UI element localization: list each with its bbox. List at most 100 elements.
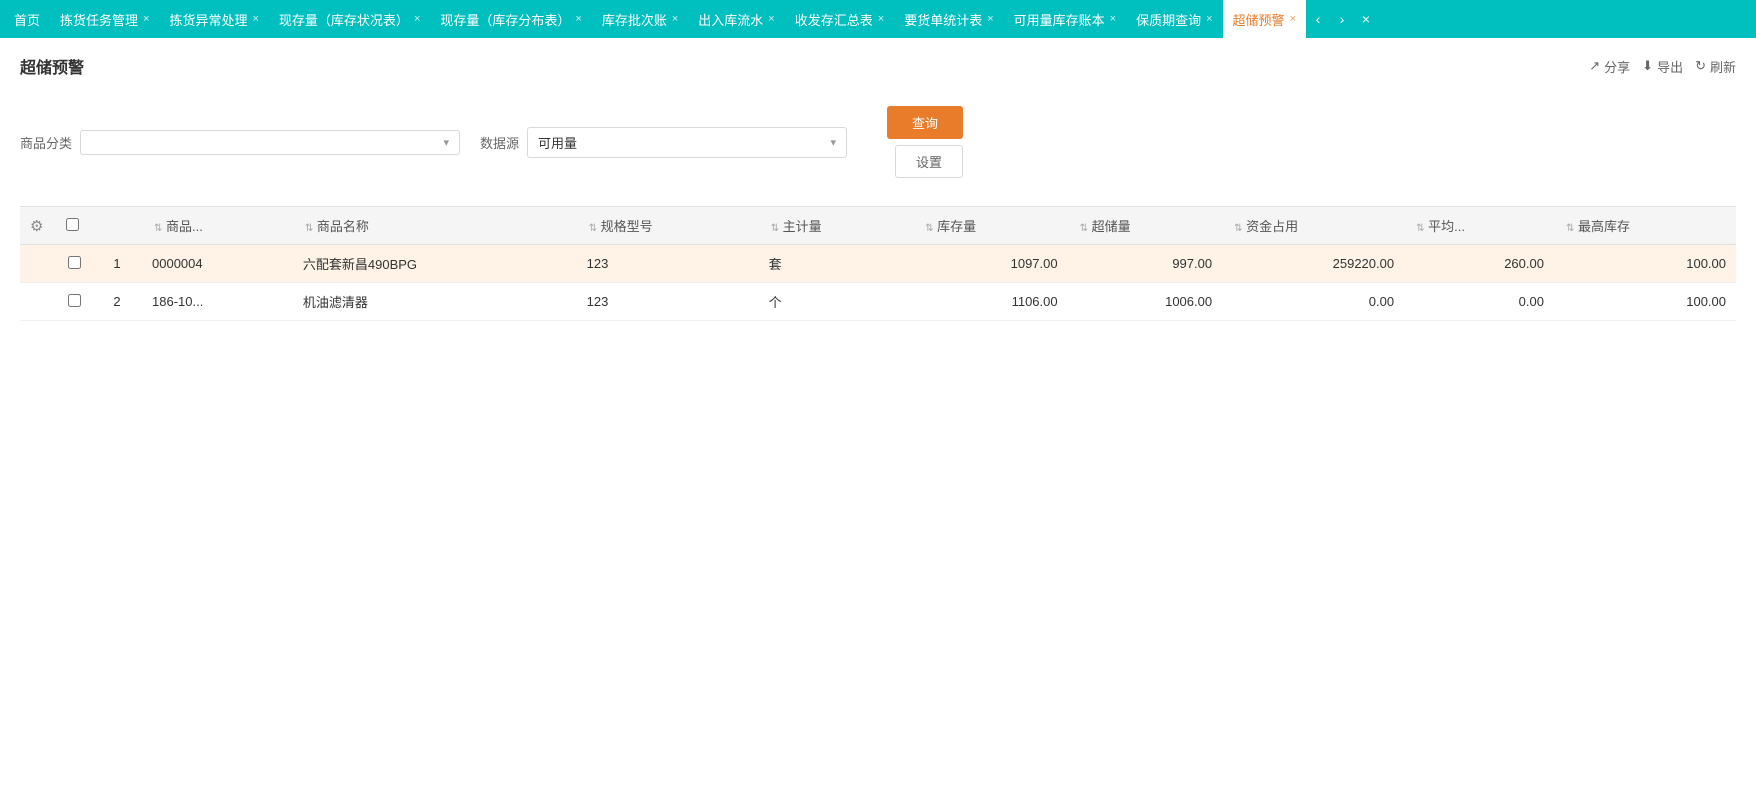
col-header-product-code: ⇅ 商品... [142,207,293,245]
col-header-no [92,207,142,245]
row-capital: 0.00 [1222,283,1404,321]
refresh-icon: ↻ [1695,58,1706,74]
data-table: ⚙ ⇅ 商品... ⇅ 商品名称 ⇅ 规格型号 [20,206,1736,321]
row-checkbox[interactable] [68,256,81,269]
query-button[interactable]: 查询 [887,106,963,139]
nav-batch-ledger[interactable]: 库存批次账 × [592,0,688,38]
close-icon[interactable]: × [1290,13,1296,25]
datasource-filter: 数据源 可用量 ▾ [480,127,847,158]
nav-task-mgmt[interactable]: 拣货任务管理 × [50,0,159,38]
page-title: 超储预警 [20,54,84,78]
row-unit: 套 [759,245,913,283]
nav-abnormal[interactable]: 拣货异常处理 × [159,0,268,38]
close-icon[interactable]: × [1206,13,1212,25]
row-capital: 259220.00 [1222,245,1404,283]
nav-collect-summary[interactable]: 收发存汇总表 × [785,0,894,38]
export-icon: ⬇ [1642,58,1653,74]
datasource-select-value: 可用量 [538,133,577,152]
datasource-select[interactable]: 可用量 ▾ [527,127,847,158]
share-button[interactable]: ↗ 分享 [1589,57,1630,76]
close-icon[interactable]: × [878,13,884,25]
chevron-down-icon: ▾ [831,136,837,149]
share-icon: ↗ [1589,58,1600,74]
col-header-gear: ⚙ [20,207,56,245]
close-icon[interactable]: × [252,13,258,25]
sort-icon[interactable]: ⇅ [925,223,933,234]
nav-home[interactable]: 首页 [4,0,50,38]
row-spec: 123 [577,283,759,321]
close-icon[interactable]: × [575,13,581,25]
table-header-row: ⚙ ⇅ 商品... ⇅ 商品名称 ⇅ 规格型号 [20,207,1736,245]
col-header-stock: ⇅ 库存量 [913,207,1067,245]
row-product-name: 六配套新昌490BPG [293,245,577,283]
row-check-cell [56,245,92,283]
col-header-check [56,207,92,245]
category-select[interactable]: ▾ [80,130,460,155]
settings-gear-icon[interactable]: ⚙ [30,218,43,235]
col-header-spec: ⇅ 规格型号 [577,207,759,245]
row-stock: 1097.00 [913,245,1067,283]
col-header-capital: ⇅ 资金占用 [1222,207,1404,245]
col-header-max-stock: ⇅ 最高库存 [1554,207,1736,245]
close-icon[interactable]: × [143,13,149,25]
sort-icon[interactable]: ⇅ [305,223,313,234]
close-icon[interactable]: × [414,13,420,25]
nav-available-ledger[interactable]: 可用量库存账本 × [1004,0,1126,38]
row-max-stock: 100.00 [1554,283,1736,321]
row-product-code: 0000004 [142,245,293,283]
page-header: 超储预警 ↗ 分享 ⬇ 导出 ↻ 刷新 [20,54,1736,78]
col-header-unit: ⇅ 主计量 [759,207,913,245]
row-product-code: 186-10... [142,283,293,321]
datasource-label: 数据源 [480,133,519,152]
row-max-stock: 100.00 [1554,245,1736,283]
page-content: 超储预警 ↗ 分享 ⬇ 导出 ↻ 刷新 商品分类 ▾ 数据源 [0,38,1756,800]
nav-inventory-dist[interactable]: 现存量（库存分布表） × [430,0,591,38]
top-navigation: 首页 拣货任务管理 × 拣货异常处理 × 现存量（库存状况表） × 现存量（库存… [0,0,1756,38]
sort-icon[interactable]: ⇅ [154,223,162,234]
sort-icon[interactable]: ⇅ [1080,223,1088,234]
nav-order-stats[interactable]: 要货单统计表 × [894,0,1003,38]
row-no: 2 [92,283,142,321]
select-all-checkbox[interactable] [66,218,79,231]
refresh-button[interactable]: ↻ 刷新 [1695,57,1736,76]
nav-quality-check[interactable]: 保质期查询 × [1126,0,1222,38]
sort-icon[interactable]: ⇅ [1416,223,1424,234]
close-icon[interactable]: × [672,13,678,25]
row-no: 1 [92,245,142,283]
sort-icon[interactable]: ⇅ [771,223,779,234]
row-spec: 123 [577,245,759,283]
row-overstock: 1006.00 [1068,283,1222,321]
col-header-product-name: ⇅ 商品名称 [293,207,577,245]
row-stock: 1106.00 [913,283,1067,321]
export-button[interactable]: ⬇ 导出 [1642,57,1683,76]
sort-icon[interactable]: ⇅ [1234,223,1242,234]
filter-area: 商品分类 ▾ 数据源 可用量 ▾ 查询 设置 [20,94,1736,190]
table-row: 2 186-10... 机油滤清器 123 个 1106.00 1006.00 … [20,283,1736,321]
category-filter: 商品分类 ▾ [20,130,460,155]
sort-icon[interactable]: ⇅ [589,223,597,234]
row-overstock: 997.00 [1068,245,1222,283]
close-icon[interactable]: × [768,13,774,25]
col-header-overstock: ⇅ 超储量 [1068,207,1222,245]
nav-arrow-close[interactable]: × [1354,0,1378,38]
row-check-cell [56,283,92,321]
row-gear-cell [20,283,56,321]
sort-icon[interactable]: ⇅ [1566,223,1574,234]
nav-arrow-right[interactable]: › [1330,0,1354,38]
row-unit: 个 [759,283,913,321]
col-header-avg: ⇅ 平均... [1404,207,1554,245]
nav-overstock-warning[interactable]: 超储预警 × [1223,0,1306,38]
close-icon[interactable]: × [1110,13,1116,25]
header-actions: ↗ 分享 ⬇ 导出 ↻ 刷新 [1589,57,1736,76]
nav-inventory-status[interactable]: 现存量（库存状况表） × [269,0,430,38]
close-icon[interactable]: × [987,13,993,25]
settings-button[interactable]: 设置 [895,145,963,178]
nav-arrow-left[interactable]: ‹ [1306,0,1330,38]
row-gear-cell [20,245,56,283]
row-avg: 0.00 [1404,283,1554,321]
row-checkbox[interactable] [68,294,81,307]
table-row: 1 0000004 六配套新昌490BPG 123 套 1097.00 997.… [20,245,1736,283]
row-product-name: 机油滤清器 [293,283,577,321]
category-label: 商品分类 [20,133,72,152]
nav-inout-flow[interactable]: 出入库流水 × [688,0,784,38]
